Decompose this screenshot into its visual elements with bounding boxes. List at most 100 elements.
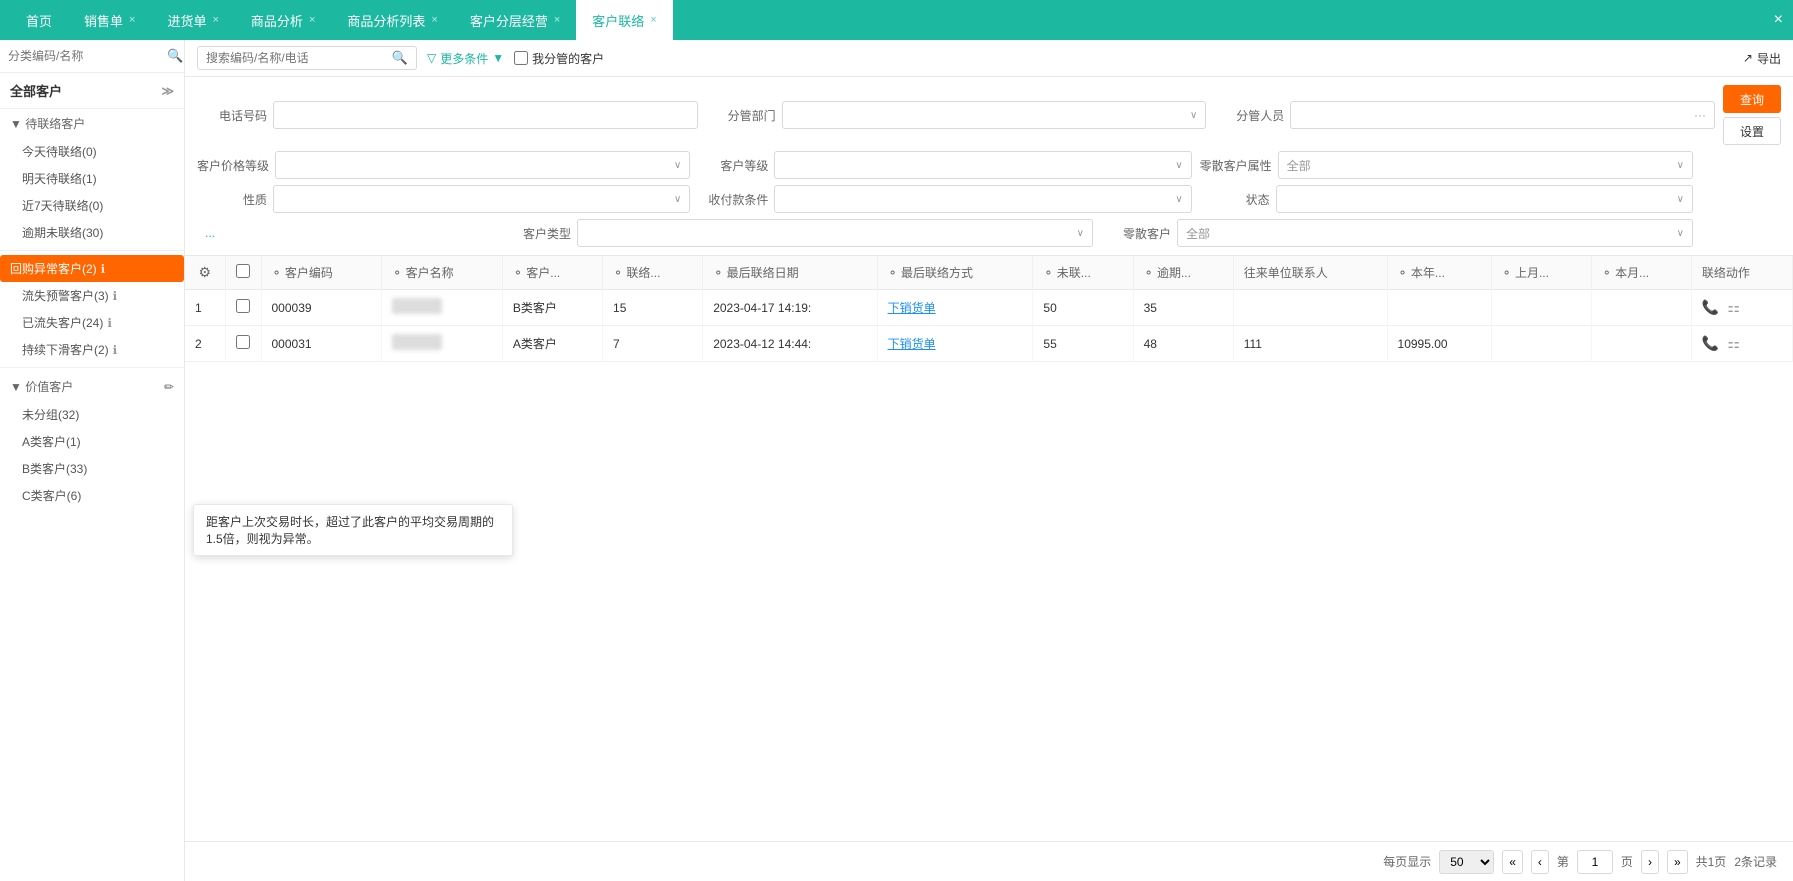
nav-analysis-list-close[interactable]: ×: [431, 14, 437, 26]
retail-attr-select[interactable]: 全部 ∨: [1278, 151, 1693, 179]
cell-name: [382, 290, 503, 326]
search-input[interactable]: [206, 51, 392, 65]
per-page-label: 每页显示: [1383, 853, 1431, 870]
filter-row-1: 电话号码 分管部门 ∨ 分管人员 ···: [197, 85, 1781, 145]
action-phone-icon[interactable]: 📞: [1702, 299, 1719, 316]
th-this-year[interactable]: ⚬ 本年...: [1387, 256, 1491, 290]
row-checkbox[interactable]: [236, 335, 250, 349]
retail-attr-default: 全部: [1287, 157, 1311, 174]
nav-sales-close[interactable]: ×: [129, 14, 135, 26]
class-c-customers[interactable]: C类客户(6): [0, 482, 184, 509]
close-all-tabs[interactable]: ×: [1774, 11, 1783, 29]
th-last-month[interactable]: ⚬ 上月...: [1491, 256, 1591, 290]
gender-select[interactable]: ∨: [273, 185, 690, 213]
overdue-contact[interactable]: 逾期未联络(30): [0, 219, 184, 246]
page-label: 第: [1557, 853, 1569, 870]
pending-contact-group[interactable]: ▼ 待联络客户: [0, 109, 184, 138]
total-pages: 共1页: [1696, 853, 1727, 870]
nav-home[interactable]: 首页: [10, 0, 68, 40]
continuous-down-info-icon: ℹ: [113, 343, 118, 357]
page-size-select[interactable]: 50 100 200: [1439, 850, 1494, 874]
th-code[interactable]: ⚬ 客户编码: [261, 256, 382, 290]
last-contact-link[interactable]: 下销货单: [888, 301, 936, 315]
sidebar-collapse-icon[interactable]: ≫: [161, 84, 174, 98]
level-arrow: ∨: [1175, 160, 1182, 171]
nav-analysis-close[interactable]: ×: [309, 14, 315, 26]
all-customers-header[interactable]: 全部客户 ≫: [0, 73, 184, 109]
nav-customer-contact[interactable]: 客户联络 ×: [576, 0, 672, 40]
th-last-contact-method[interactable]: ⚬ 最后联络方式: [877, 256, 1033, 290]
toolbar: 🔍 ▽ 更多条件 ▼ 我分管的客户 ↗ 导出: [185, 40, 1793, 77]
more-filter-arrow: ▼: [492, 51, 504, 65]
export-icon: ↗: [1743, 51, 1753, 65]
th-company-contact[interactable]: 往来单位联系人: [1233, 256, 1387, 290]
nav-sales[interactable]: 销售单 ×: [68, 0, 151, 40]
nav-analysis-list[interactable]: 商品分析列表 ×: [331, 0, 453, 40]
sidebar-search-icon[interactable]: 🔍: [167, 48, 183, 64]
status-select[interactable]: ∨: [1276, 185, 1693, 213]
content-area: 🔍 ▽ 更多条件 ▼ 我分管的客户 ↗ 导出 电话号码: [185, 40, 1793, 881]
ungrouped[interactable]: 未分组(32): [0, 401, 184, 428]
status-label: 状态: [1200, 191, 1270, 208]
page-number-input[interactable]: [1577, 850, 1613, 874]
sidebar-search-input[interactable]: [8, 49, 163, 63]
cell-this-year: 10995.00: [1387, 326, 1491, 362]
action-more-icon[interactable]: ⚏: [1727, 335, 1740, 352]
action-more-icon[interactable]: ⚏: [1727, 299, 1740, 316]
top-navigation: 首页 销售单 × 进货单 × 商品分析 × 商品分析列表 × 客户分层经营 × …: [0, 0, 1793, 40]
nav-customer-contact-close[interactable]: ×: [650, 14, 656, 26]
continuous-down[interactable]: 持续下滑客户(2) ℹ: [0, 336, 184, 363]
filter-price-tier: 客户价格等级 ∨: [197, 151, 690, 179]
value-customers-group[interactable]: ▼ 价值客户 ✏: [0, 372, 184, 401]
row-checkbox[interactable]: [236, 299, 250, 313]
prev-page-btn[interactable]: ‹: [1531, 850, 1549, 874]
filter-more-btn[interactable]: ...: [197, 226, 223, 240]
retail-customer-select[interactable]: 全部 ∨: [1177, 219, 1693, 247]
customer-type-select[interactable]: ∨: [577, 219, 1093, 247]
th-type[interactable]: ⚬ 客户...: [502, 256, 602, 290]
class-b-customers[interactable]: B类客户(33): [0, 455, 184, 482]
select-all-checkbox[interactable]: [236, 264, 250, 278]
query-button[interactable]: 查询: [1723, 85, 1781, 113]
payment-select[interactable]: ∨: [774, 185, 1191, 213]
next-page-btn[interactable]: ›: [1641, 850, 1659, 874]
table-settings-icon[interactable]: ⚙: [198, 264, 211, 280]
edit-icon[interactable]: ✏: [164, 380, 174, 394]
more-filter-button[interactable]: ▽ 更多条件 ▼: [427, 50, 504, 67]
price-tier-select[interactable]: ∨: [275, 151, 690, 179]
th-last-contact-date[interactable]: ⚬ 最后联络日期: [703, 256, 877, 290]
th-overdue[interactable]: ⚬ 逾期...: [1133, 256, 1233, 290]
class-a-customers[interactable]: A类客户(1): [0, 428, 184, 455]
nav-customer-tier[interactable]: 客户分层经营 ×: [454, 0, 576, 40]
search-icon[interactable]: 🔍: [392, 50, 408, 66]
person-select[interactable]: ···: [1290, 101, 1715, 129]
nav-purchase-close[interactable]: ×: [212, 14, 218, 26]
week-pending[interactable]: 近7天待联络(0): [0, 192, 184, 219]
last-page-btn[interactable]: »: [1667, 850, 1688, 874]
settings-button[interactable]: 设置: [1723, 117, 1781, 145]
action-phone-icon[interactable]: 📞: [1702, 335, 1719, 352]
level-select[interactable]: ∨: [774, 151, 1191, 179]
first-page-btn[interactable]: «: [1502, 850, 1523, 874]
th-settings[interactable]: ⚙: [185, 256, 225, 290]
already-lost[interactable]: 已流失客户(24) ℹ: [0, 309, 184, 336]
th-this-month[interactable]: ⚬ 本月...: [1591, 256, 1691, 290]
th-contact[interactable]: ⚬ 联络...: [603, 256, 703, 290]
dept-select[interactable]: ∨: [782, 101, 1207, 129]
my-customer-checkbox-area[interactable]: 我分管的客户: [514, 50, 604, 67]
nav-customer-tier-close[interactable]: ×: [554, 14, 560, 26]
today-pending[interactable]: 今天待联络(0): [0, 138, 184, 165]
last-contact-link[interactable]: 下销货单: [888, 337, 936, 351]
tomorrow-pending[interactable]: 明天待联络(1): [0, 165, 184, 192]
lost-prediction[interactable]: 流失预警客户(3) ℹ: [0, 282, 184, 309]
sidebar-search-area: 🔍: [0, 40, 184, 73]
th-unpaid[interactable]: ⚬ 未联...: [1033, 256, 1133, 290]
th-name[interactable]: ⚬ 客户名称: [382, 256, 503, 290]
my-customer-checkbox[interactable]: [514, 51, 528, 65]
phone-input[interactable]: [273, 101, 698, 129]
export-button[interactable]: ↗ 导出: [1743, 50, 1781, 67]
repurchase-abnormal[interactable]: 回购异常客户(2) ℹ: [0, 255, 184, 282]
nav-purchase[interactable]: 进货单 ×: [151, 0, 234, 40]
nav-analysis[interactable]: 商品分析 ×: [235, 0, 331, 40]
cell-type: B类客户: [502, 290, 602, 326]
